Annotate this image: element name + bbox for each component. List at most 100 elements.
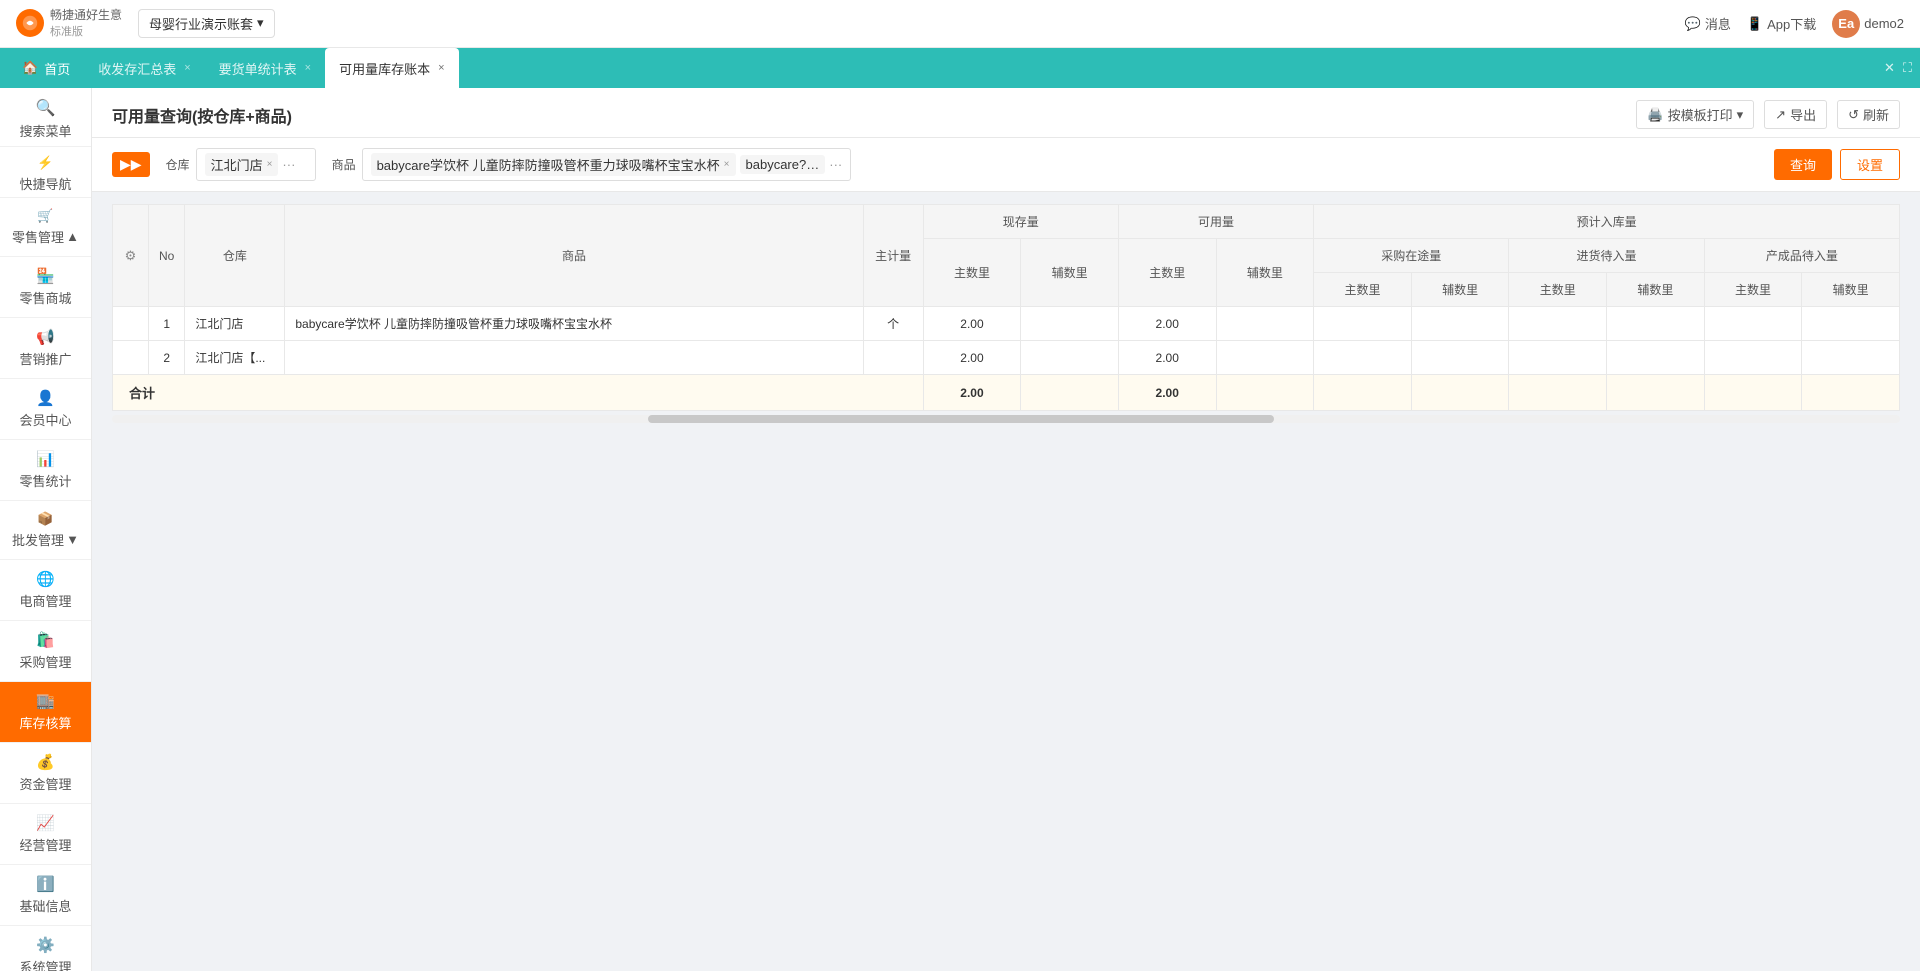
table-row: 2 江北门店【... 2.00 2.00 [113,341,1900,375]
sidebar-item-retail-shop[interactable]: 🏪 零售商城 [0,257,91,318]
th-unit: 主计量 [863,205,923,307]
table-footer-row: 合计 2.00 2.00 [113,375,1900,411]
refresh-button[interactable]: ↺ 刷新 [1837,100,1900,129]
th-inbound-sub: 辅数里 [1607,273,1705,307]
template-print-button[interactable]: 🖨️ 按模板打印 ▾ [1636,100,1754,129]
th-no: No [149,205,185,307]
sidebar-basic-info-label: 基础信息 [19,896,71,915]
settings-button[interactable]: 设置 [1840,149,1900,180]
sidebar-retail-label: 零售管理 [12,227,64,246]
cell-inbound-sub [1607,307,1705,341]
top-bar: 畅捷通好生意 标准版 母婴行业演示账套 ▾ 💬 消息 📱 App下载 Ea de… [0,0,1920,48]
tab-available-stock[interactable]: 可用量库存账本 × [325,48,458,88]
tab-available-close[interactable]: × [438,62,444,74]
cell-no: 1 [149,307,185,341]
filter-toggle-button[interactable]: ▶▶ [112,152,150,177]
tab-home[interactable]: 🏠 首页 [8,48,84,88]
th-stock-sub: 辅数里 [1021,239,1119,307]
sidebar-item-ecommerce[interactable]: 🌐 电商管理 [0,560,91,621]
sidebar-quicknav[interactable]: ⚡ 快捷导航 [0,147,91,198]
warehouse-tag-close[interactable]: × [267,159,273,170]
tab-order-summary[interactable]: 要货单统计表 × [205,48,325,88]
industry-label: 母婴行业演示账套 [149,14,253,33]
sidebar-item-wholesale[interactable]: 📦 批发管理 ▼ [0,501,91,560]
warehouse-input[interactable]: 江北门店 × ··· [196,148,316,181]
tab-income-close[interactable]: × [184,62,190,74]
sidebar-item-retail[interactable]: 🛒 零售管理 ▲ [0,198,91,257]
nav-right-icons: ✕ ⛶ [1884,60,1920,76]
export-button[interactable]: ↗ 导出 [1764,100,1827,129]
chevron-icon: ▲ [66,229,79,244]
th-inbound-main: 主数里 [1509,273,1607,307]
logo-icon [16,9,44,37]
sidebar-item-marketing[interactable]: 📢 营销推广 [0,318,91,379]
cell-purchase-main [1314,341,1412,375]
home-icon: 🏠 [22,60,38,76]
purchase-icon: 🛍️ [36,631,55,649]
product-filter: 商品 babycare学饮杯 儿童防摔防撞吸管杯重力球吸嘴杯宝宝水杯 × bab… [332,148,852,181]
product-input[interactable]: babycare学饮杯 儿童防摔防撞吸管杯重力球吸嘴杯宝宝水杯 × babyca… [362,148,852,181]
th-purchase-sub: 辅数里 [1411,273,1509,307]
sidebar-item-basic-info[interactable]: ℹ️ 基础信息 [0,865,91,926]
search-icon: 🔍 [36,98,56,118]
cell-stock-sub [1021,307,1119,341]
message-label: 消息 [1705,14,1731,33]
page-actions: 🖨️ 按模板打印 ▾ ↗ 导出 ↺ 刷新 [1636,100,1900,129]
nav-close-icon[interactable]: ✕ [1884,60,1895,76]
product-dots[interactable]: ··· [829,157,842,172]
footer-available-sub [1216,375,1314,411]
sidebar-finance-label: 资金管理 [19,774,71,793]
tab-order-label: 要货单统计表 [219,59,297,78]
chevron-down-icon: ▾ [257,15,264,31]
query-button[interactable]: 查询 [1774,149,1832,180]
cell-unit [863,341,923,375]
sidebar-retail-stats-label: 零售统计 [19,471,71,490]
sidebar-purchase-label: 采购管理 [19,652,71,671]
cell-inbound-main [1509,307,1607,341]
industry-selector[interactable]: 母婴行业演示账套 ▾ [138,9,275,38]
th-purchase-main: 主数里 [1314,273,1412,307]
sidebar-item-system[interactable]: ⚙️ 系统管理 [0,926,91,971]
column-settings-icon[interactable]: ⚙ [125,248,137,263]
tab-income-summary[interactable]: 收发存汇总表 × [84,48,204,88]
cell-settings [113,341,149,375]
sidebar-member-label: 会员中心 [19,410,71,429]
user-area[interactable]: Ea demo2 [1832,10,1904,38]
sidebar-item-inventory[interactable]: 🏬 库存核算 [0,682,91,743]
th-incoming-group: 预计入库量 [1314,205,1900,239]
sidebar-item-purchase[interactable]: 🛍️ 采购管理 [0,621,91,682]
member-icon: 👤 [36,389,55,407]
shop-icon: 🏪 [36,267,55,285]
download-btn[interactable]: 📱 App下载 [1747,14,1816,33]
cell-available-main: 2.00 [1118,307,1216,341]
filter-actions: 查询 设置 [1774,149,1900,180]
th-product: 商品 [285,205,863,307]
table-area: ⚙ No 仓库 商品 主计量 现存量 可用量 预计入库量 主数里 辅数里 主数里 [92,192,1920,971]
template-print-label: 按模板打印 [1668,105,1733,124]
logo-sub: 标准版 [50,23,122,39]
product-tag-close[interactable]: × [724,159,730,170]
horizontal-scrollbar[interactable] [112,415,1900,423]
footer-inbound-sub [1607,375,1705,411]
cell-purchase-sub [1411,307,1509,341]
nav-expand-icon[interactable]: ⛶ [1903,60,1912,76]
cell-unit: 个 [863,307,923,341]
finance-icon: 💰 [36,753,55,771]
sidebar-item-operations[interactable]: 📈 经营管理 [0,804,91,865]
username: demo2 [1864,16,1904,31]
warehouse-dots[interactable]: ··· [282,157,295,172]
th-warehouse: 仓库 [185,205,285,307]
sidebar-wholesale-label: 批发管理 [12,530,64,549]
cell-warehouse: 江北门店 [185,307,285,341]
content: 可用量查询(按仓库+商品) 🖨️ 按模板打印 ▾ ↗ 导出 ↺ 刷新 ▶▶ [92,88,1920,971]
th-stock-main: 主数里 [923,239,1021,307]
sidebar-item-member[interactable]: 👤 会员中心 [0,379,91,440]
cell-no: 2 [149,341,185,375]
sidebar-item-finance[interactable]: 💰 资金管理 [0,743,91,804]
tab-order-close[interactable]: × [305,62,311,74]
th-purchase-group: 采购在途量 [1314,239,1509,273]
cell-production-main [1704,307,1802,341]
message-btn[interactable]: 💬 消息 [1685,14,1731,33]
sidebar-item-retail-stats[interactable]: 📊 零售统计 [0,440,91,501]
sidebar-search[interactable]: 🔍 搜索菜单 [0,88,91,147]
